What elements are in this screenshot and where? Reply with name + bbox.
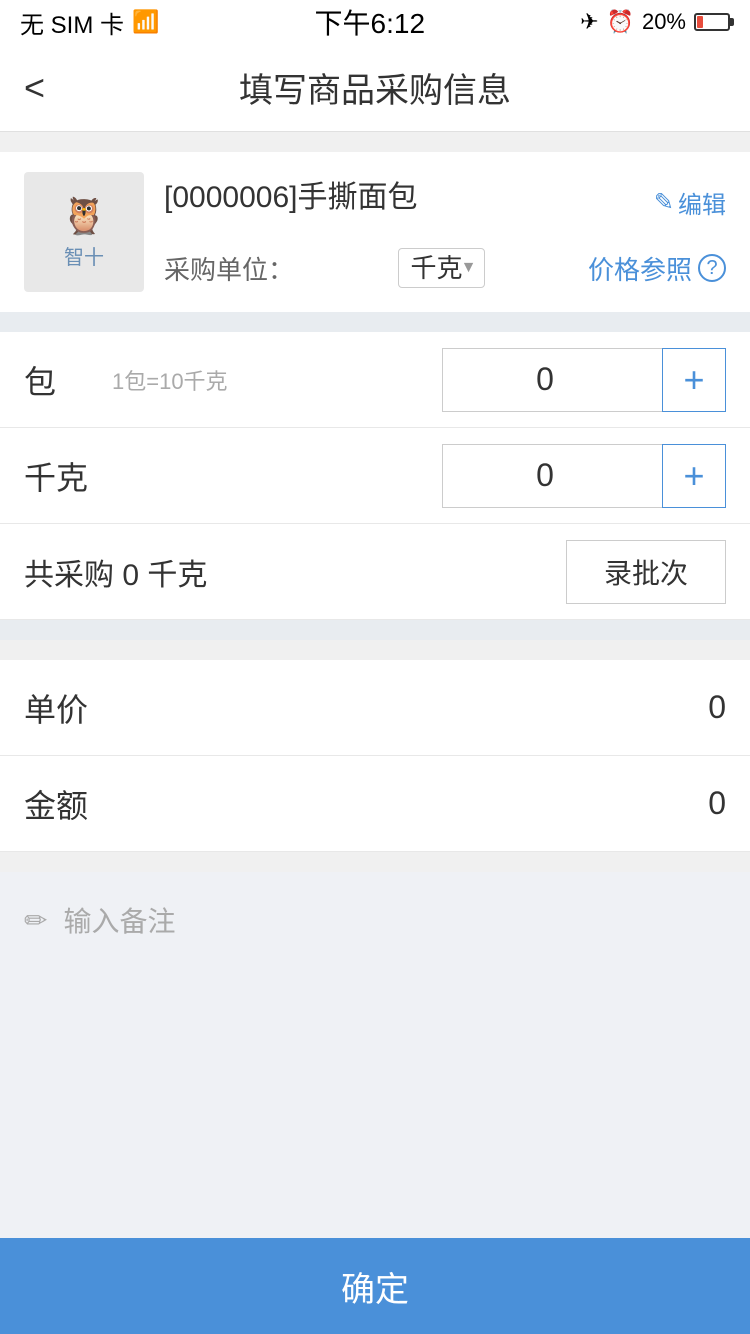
remark-placeholder: 输入备注 bbox=[63, 900, 175, 940]
remark-section[interactable]: ✏ 输入备注 bbox=[0, 872, 750, 968]
battery-percent: 20% bbox=[642, 9, 686, 35]
sim-label: 无 SIM 卡 bbox=[20, 5, 124, 40]
nav-bar: < 填写商品采购信息 bbox=[0, 44, 750, 132]
unit-selector[interactable]: 千克 bbox=[398, 248, 485, 288]
price-ref-label: 价格参照 bbox=[588, 250, 692, 287]
info-section: 单价 0 金额 0 bbox=[0, 660, 750, 852]
status-left: 无 SIM 卡 📶 bbox=[20, 5, 159, 40]
amount-row: 金额 0 bbox=[0, 756, 750, 852]
package-input-wrap: + bbox=[442, 348, 726, 412]
product-info: [0000006]手撕面包 ✎ 编辑 采购单位： 千克 价格参照 ? bbox=[164, 172, 726, 288]
owl-label: 智十 bbox=[64, 241, 104, 270]
kg-row: 千克 + bbox=[0, 428, 750, 524]
unit-label: 采购单位： bbox=[164, 250, 294, 287]
owl-icon: 🦉 bbox=[62, 195, 107, 237]
package-row: 包 1包=10千克 + bbox=[0, 332, 750, 428]
product-section: 🦉 智十 [0000006]手撕面包 ✎ 编辑 采购单位： 千克 价格参照 ? bbox=[0, 152, 750, 312]
confirm-button[interactable]: 确定 bbox=[0, 1238, 750, 1334]
product-image: 🦉 智十 bbox=[24, 172, 144, 292]
wifi-icon: 📶 bbox=[132, 9, 159, 35]
pencil-icon: ✏ bbox=[24, 904, 47, 937]
package-label: 包 bbox=[24, 357, 104, 403]
location-icon: ✈ bbox=[580, 9, 598, 35]
kg-input[interactable] bbox=[442, 444, 662, 508]
package-plus-button[interactable]: + bbox=[662, 348, 726, 412]
price-row: 单价 0 bbox=[0, 660, 750, 756]
kg-plus-button[interactable]: + bbox=[662, 444, 726, 508]
battery-icon bbox=[694, 13, 730, 31]
input-section: 包 1包=10千克 + 千克 + 共采购 0 千克 录批次 bbox=[0, 332, 750, 620]
section-divider-1 bbox=[0, 312, 750, 332]
amount-value: 0 bbox=[708, 785, 726, 822]
status-right: ✈ ⏰ 20% bbox=[580, 9, 730, 35]
status-time: 下午6:12 bbox=[315, 2, 426, 42]
edit-button[interactable]: ✎ 编辑 bbox=[654, 185, 726, 220]
package-input[interactable] bbox=[442, 348, 662, 412]
price-ref-button[interactable]: 价格参照 ? bbox=[588, 250, 726, 287]
section-divider-2 bbox=[0, 620, 750, 640]
price-value: 0 bbox=[708, 689, 726, 726]
edit-label: 编辑 bbox=[678, 185, 726, 220]
unit-select-input[interactable]: 千克 bbox=[398, 248, 485, 288]
price-ref-icon: ? bbox=[698, 254, 726, 282]
back-button[interactable]: < bbox=[24, 67, 45, 109]
kg-input-wrap: + bbox=[442, 444, 726, 508]
product-name: [0000006]手撕面包 bbox=[164, 172, 417, 216]
total-row: 共采购 0 千克 录批次 bbox=[0, 524, 750, 620]
price-label: 单价 bbox=[24, 685, 88, 731]
edit-icon: ✎ bbox=[654, 188, 674, 217]
kg-label: 千克 bbox=[24, 453, 104, 499]
page-title: 填写商品采购信息 bbox=[239, 63, 511, 112]
package-sublabel: 1包=10千克 bbox=[112, 364, 442, 396]
confirm-label: 确定 bbox=[341, 1262, 409, 1311]
total-label: 共采购 0 千克 bbox=[24, 550, 207, 594]
empty-area bbox=[0, 968, 750, 1268]
status-bar: 无 SIM 卡 📶 下午6:12 ✈ ⏰ 20% bbox=[0, 0, 750, 44]
alarm-icon: ⏰ bbox=[607, 9, 634, 35]
amount-label: 金额 bbox=[24, 781, 88, 827]
record-batch-button[interactable]: 录批次 bbox=[566, 540, 726, 604]
